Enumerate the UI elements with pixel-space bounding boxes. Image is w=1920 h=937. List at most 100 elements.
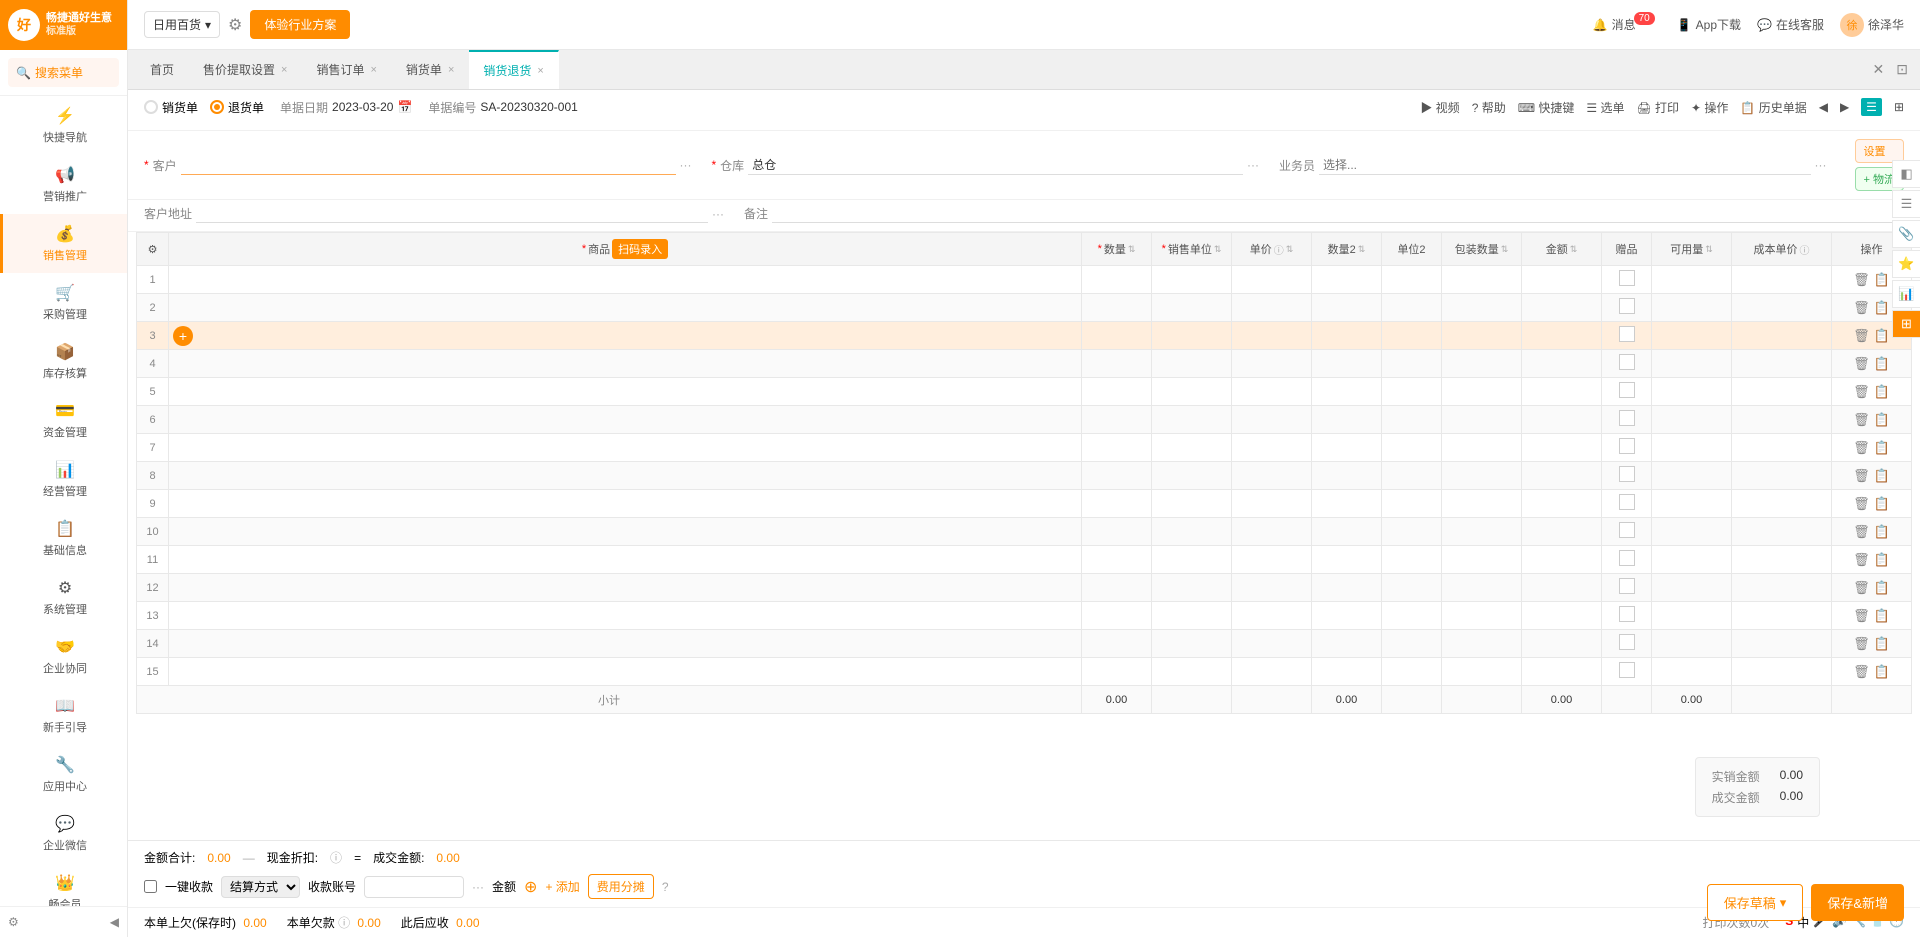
qty2-cell-6[interactable] bbox=[1312, 406, 1382, 434]
gift-checkbox-11[interactable] bbox=[1619, 550, 1635, 566]
history-btn[interactable]: 📋 历史单据 bbox=[1740, 99, 1806, 116]
delete-icon-1[interactable]: 🗑 bbox=[1853, 272, 1870, 288]
qty-cell-14[interactable] bbox=[1082, 630, 1152, 658]
product-cell-14[interactable] bbox=[169, 630, 1082, 658]
scan-button[interactable]: 扫码录入 bbox=[612, 239, 668, 259]
delete-icon-4[interactable]: 🗑 bbox=[1853, 356, 1870, 372]
unit-cell-8[interactable] bbox=[1152, 462, 1232, 490]
qty2-cell-8[interactable] bbox=[1312, 462, 1382, 490]
product-cell-8[interactable] bbox=[169, 462, 1082, 490]
sidebar-item-finance[interactable]: 💳 资金管理 bbox=[0, 391, 127, 450]
qty-cell-2[interactable] bbox=[1082, 294, 1152, 322]
pack-cell-3[interactable] bbox=[1442, 322, 1522, 350]
price-cell-6[interactable] bbox=[1232, 406, 1312, 434]
product-cell-5[interactable] bbox=[169, 378, 1082, 406]
unit-cell-12[interactable] bbox=[1152, 574, 1232, 602]
discount-info-icon[interactable]: ⓘ bbox=[330, 849, 342, 866]
unit-cell-4[interactable] bbox=[1152, 350, 1232, 378]
gift-checkbox-9[interactable] bbox=[1619, 494, 1635, 510]
sidebar-item-system[interactable]: ⚙ 系统管理 bbox=[0, 568, 127, 627]
gift-cell-1[interactable] bbox=[1602, 266, 1652, 294]
product-cell-7[interactable] bbox=[169, 434, 1082, 462]
tab-close-icon[interactable]: × bbox=[537, 65, 543, 77]
cost-price-cell-11[interactable] bbox=[1732, 546, 1832, 574]
gift-checkbox-14[interactable] bbox=[1619, 634, 1635, 650]
gift-cell-11[interactable] bbox=[1602, 546, 1652, 574]
copy-icon-5[interactable]: 📋 bbox=[1874, 384, 1890, 400]
edge-btn-active[interactable]: ⊞ bbox=[1892, 310, 1920, 338]
available-cell-4[interactable] bbox=[1652, 350, 1732, 378]
address-more-icon[interactable]: ··· bbox=[712, 207, 724, 221]
qty-cell-5[interactable] bbox=[1082, 378, 1152, 406]
sidebar-item-purchase[interactable]: 🛒 采购管理 bbox=[0, 273, 127, 332]
gift-cell-9[interactable] bbox=[1602, 490, 1652, 518]
qty2-cell-9[interactable] bbox=[1312, 490, 1382, 518]
gift-cell-12[interactable] bbox=[1602, 574, 1652, 602]
unit-cell-2[interactable] bbox=[1152, 294, 1232, 322]
sidebar-item-quick-nav[interactable]: ⚡ 快捷导航 bbox=[0, 96, 127, 155]
shortcut-btn[interactable]: ⌨ 快捷键 bbox=[1518, 99, 1575, 116]
unit2-cell-4[interactable] bbox=[1382, 350, 1442, 378]
qty-cell-8[interactable] bbox=[1082, 462, 1152, 490]
gift-cell-6[interactable] bbox=[1602, 406, 1652, 434]
unit-cell-15[interactable] bbox=[1152, 658, 1232, 686]
qty-cell-10[interactable] bbox=[1082, 518, 1152, 546]
unit2-cell-15[interactable] bbox=[1382, 658, 1442, 686]
gift-cell-2[interactable] bbox=[1602, 294, 1652, 322]
copy-icon-1[interactable]: 📋 bbox=[1874, 272, 1890, 288]
price-cell-1[interactable] bbox=[1232, 266, 1312, 294]
cost-price-cell-10[interactable] bbox=[1732, 518, 1832, 546]
gift-cell-4[interactable] bbox=[1602, 350, 1652, 378]
copy-icon-2[interactable]: 📋 bbox=[1874, 300, 1890, 316]
gift-checkbox-13[interactable] bbox=[1619, 606, 1635, 622]
qty-cell-1[interactable] bbox=[1082, 266, 1152, 294]
available-cell-1[interactable] bbox=[1652, 266, 1732, 294]
unit-cell-3[interactable] bbox=[1152, 322, 1232, 350]
select-btn[interactable]: ☰ 选单 bbox=[1586, 99, 1624, 116]
remark-input[interactable] bbox=[772, 204, 1904, 223]
amount-cell-10[interactable] bbox=[1522, 518, 1602, 546]
sidebar-item-member[interactable]: 👑 畅会员 bbox=[0, 863, 127, 906]
pack-cell-10[interactable] bbox=[1442, 518, 1522, 546]
prev-icon[interactable]: ◀ bbox=[1819, 100, 1828, 114]
sidebar-item-sales[interactable]: 💰 销售管理 bbox=[0, 214, 127, 273]
close-all-icon[interactable]: ✕ bbox=[1869, 57, 1889, 82]
gift-cell-13[interactable] bbox=[1602, 602, 1652, 630]
qty2-cell-14[interactable] bbox=[1312, 630, 1382, 658]
qty-cell-11[interactable] bbox=[1082, 546, 1152, 574]
product-cell-15[interactable] bbox=[169, 658, 1082, 686]
available-cell-2[interactable] bbox=[1652, 294, 1732, 322]
account-dots[interactable]: ··· bbox=[472, 880, 484, 894]
price-cell-7[interactable] bbox=[1232, 434, 1312, 462]
user-item[interactable]: 徐 徐泽华 bbox=[1840, 13, 1904, 37]
delete-icon-14[interactable]: 🗑 bbox=[1853, 636, 1870, 652]
radio-return[interactable]: 退货单 bbox=[210, 99, 264, 116]
unit-cell-14[interactable] bbox=[1152, 630, 1232, 658]
tab-sales-return[interactable]: 销货退货 × bbox=[469, 50, 558, 89]
cost-price-cell-9[interactable] bbox=[1732, 490, 1832, 518]
cost-price-cell-2[interactable] bbox=[1732, 294, 1832, 322]
unit-cell-13[interactable] bbox=[1152, 602, 1232, 630]
app-download-item[interactable]: 📱 App下载 bbox=[1677, 16, 1741, 33]
customer-input[interactable] bbox=[181, 156, 676, 175]
delete-icon-10[interactable]: 🗑 bbox=[1853, 524, 1870, 540]
gift-checkbox-8[interactable] bbox=[1619, 466, 1635, 482]
copy-icon-6[interactable]: 📋 bbox=[1874, 412, 1890, 428]
unit-cell-9[interactable] bbox=[1152, 490, 1232, 518]
amount-cell-14[interactable] bbox=[1522, 630, 1602, 658]
unit-cell-7[interactable] bbox=[1152, 434, 1232, 462]
sidebar-item-marketing[interactable]: 📢 营销推广 bbox=[0, 155, 127, 214]
amount-cell-12[interactable] bbox=[1522, 574, 1602, 602]
cost-price-cell-7[interactable] bbox=[1732, 434, 1832, 462]
copy-icon-14[interactable]: 📋 bbox=[1874, 636, 1890, 652]
product-cell-12[interactable] bbox=[169, 574, 1082, 602]
experience-btn[interactable]: 体验行业方案 bbox=[250, 10, 350, 39]
gift-cell-8[interactable] bbox=[1602, 462, 1652, 490]
gift-cell-14[interactable] bbox=[1602, 630, 1652, 658]
cost-price-cell-3[interactable] bbox=[1732, 322, 1832, 350]
operation-btn[interactable]: ✦ 操作 bbox=[1691, 99, 1728, 116]
amount-cell-7[interactable] bbox=[1522, 434, 1602, 462]
unit2-cell-5[interactable] bbox=[1382, 378, 1442, 406]
qty2-cell-2[interactable] bbox=[1312, 294, 1382, 322]
copy-icon-12[interactable]: 📋 bbox=[1874, 580, 1890, 596]
